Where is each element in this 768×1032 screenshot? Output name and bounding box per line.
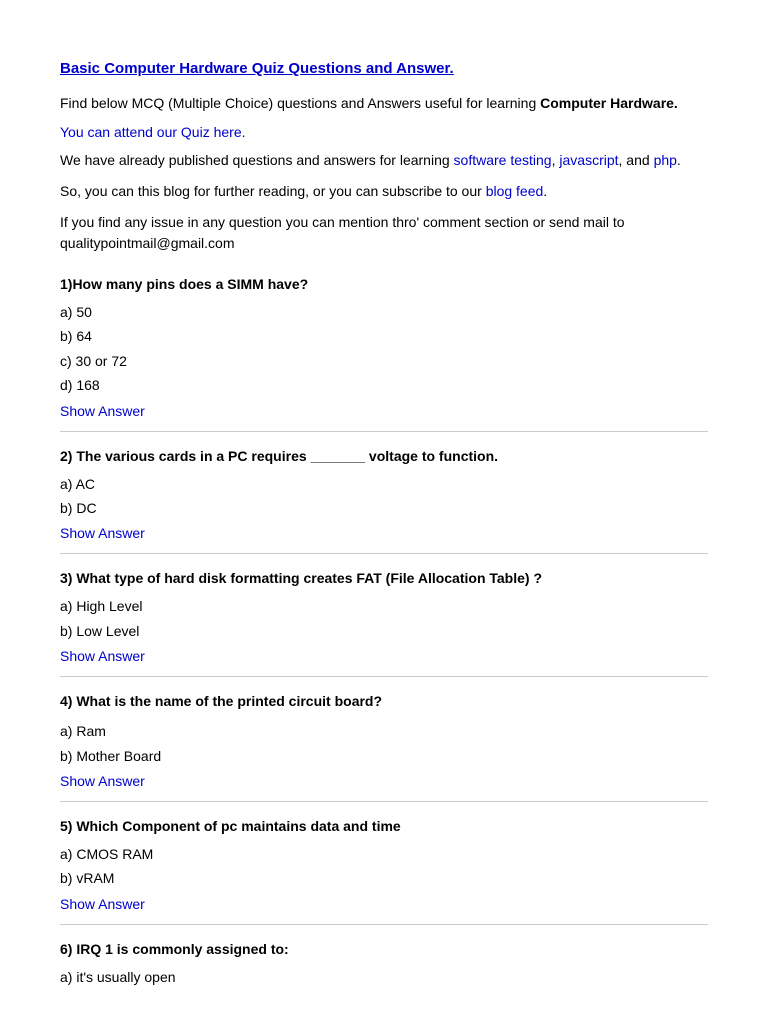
intro-line4: So, you can this blog for further readin… (60, 181, 708, 202)
question-6-text: 6) IRQ 1 is commonly assigned to: (60, 939, 708, 960)
intro-line1: Find below MCQ (Multiple Choice) questio… (60, 93, 708, 114)
q2-option-b: b) DC (60, 497, 708, 519)
page-wrapper: Basic Computer Hardware Quiz Questions a… (60, 60, 708, 988)
page-title: Basic Computer Hardware Quiz Questions a… (60, 60, 708, 77)
q1-option-c: c) 30 or 72 (60, 350, 708, 372)
question-5: 5) Which Component of pc maintains data … (60, 816, 708, 918)
q3-option-b: b) Low Level (60, 620, 708, 642)
show-answer-4[interactable]: Show Answer (60, 773, 145, 789)
question-3-text: 3) What type of hard disk formatting cre… (60, 568, 708, 589)
divider-5 (60, 924, 708, 925)
q1-option-a: a) 50 (60, 301, 708, 323)
intro-line3: We have already published questions and … (60, 150, 708, 171)
question-1: 1)How many pins does a SIMM have? a) 50 … (60, 274, 708, 425)
question-1-text: 1)How many pins does a SIMM have? (60, 274, 708, 295)
q1-option-b: b) 64 (60, 325, 708, 347)
q3-option-a: a) High Level (60, 595, 708, 617)
q4-option-a: a) Ram (60, 720, 708, 742)
question-5-text: 5) Which Component of pc maintains data … (60, 816, 708, 837)
q5-option-a: a) CMOS RAM (60, 843, 708, 865)
question-6: 6) IRQ 1 is commonly assigned to: a) it'… (60, 939, 708, 988)
intro-line5: If you find any issue in any question yo… (60, 212, 708, 254)
question-2-text: 2) The various cards in a PC requires __… (60, 446, 708, 467)
question-3: 3) What type of hard disk formatting cre… (60, 568, 708, 670)
divider-4 (60, 801, 708, 802)
blog-feed-link[interactable]: blog feed (486, 183, 544, 199)
question-4: 4) What is the name of the printed circu… (60, 691, 708, 795)
quiz-link[interactable]: You can attend our Quiz here. (60, 124, 708, 140)
questions-section: 1)How many pins does a SIMM have? a) 50 … (60, 274, 708, 988)
show-answer-5[interactable]: Show Answer (60, 896, 145, 912)
php-link[interactable]: php (654, 152, 677, 168)
software-testing-link[interactable]: software testing (454, 152, 552, 168)
show-answer-1[interactable]: Show Answer (60, 403, 145, 419)
q1-option-d: d) 168 (60, 374, 708, 396)
show-answer-2[interactable]: Show Answer (60, 525, 145, 541)
divider-2 (60, 553, 708, 554)
show-answer-3[interactable]: Show Answer (60, 648, 145, 664)
q5-option-b: b) vRAM (60, 867, 708, 889)
q4-option-b: b) Mother Board (60, 745, 708, 767)
javascript-link[interactable]: javascript (559, 152, 618, 168)
question-4-text: 4) What is the name of the printed circu… (60, 691, 708, 712)
q6-option-a: a) it's usually open (60, 966, 708, 988)
q2-option-a: a) AC (60, 473, 708, 495)
question-2: 2) The various cards in a PC requires __… (60, 446, 708, 548)
divider-1 (60, 431, 708, 432)
divider-3 (60, 676, 708, 677)
